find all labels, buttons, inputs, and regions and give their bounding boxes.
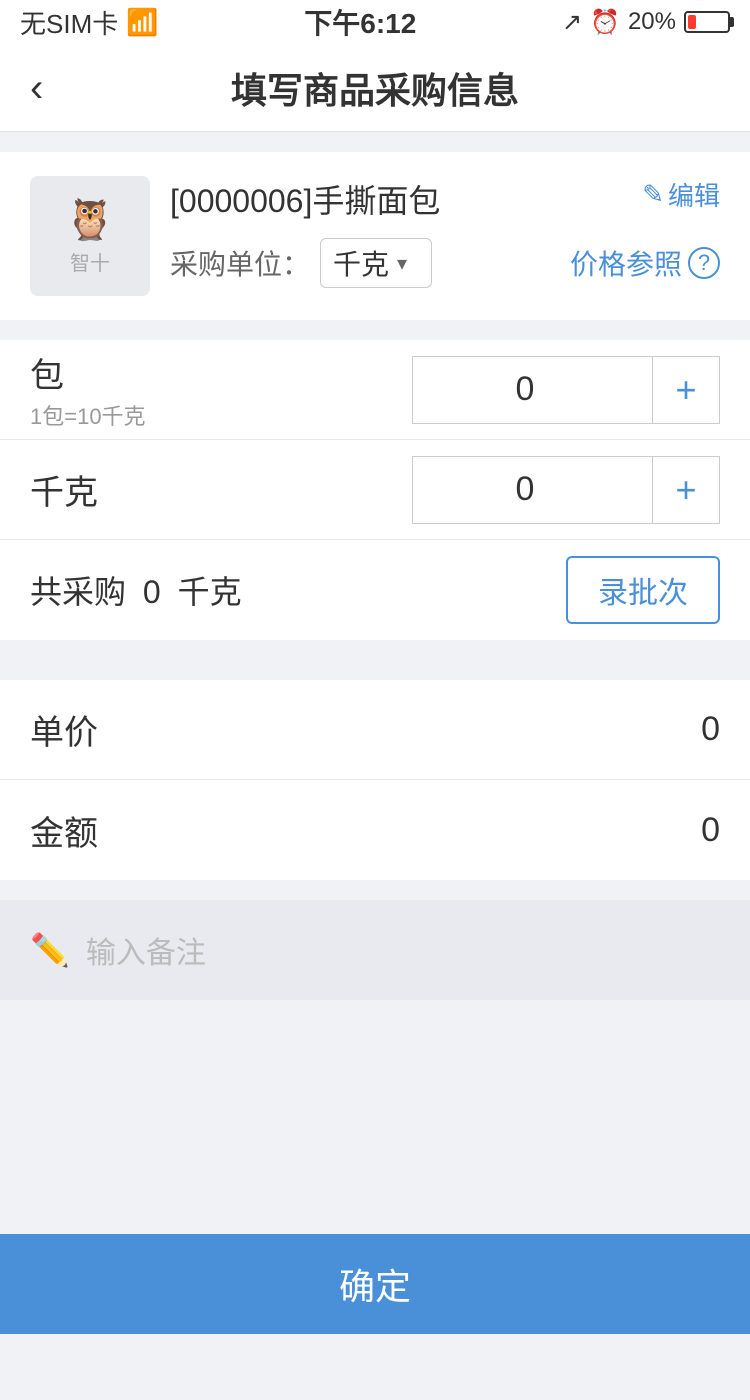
product-info: [0000006]手撕面包 ✎ 编辑 采购单位： 千克 ▾ 价格参照 ? [170, 176, 720, 288]
divider-1 [0, 320, 750, 340]
price-section: 单价 0 金额 0 [0, 680, 750, 880]
amount-row: 金额 0 [0, 780, 750, 880]
unit-label: 采购单位： [170, 243, 310, 283]
bag-label: 包 [30, 348, 150, 397]
kg-input-row: 千克 + [0, 440, 750, 540]
location-icon: ↗ [562, 8, 582, 37]
kg-input-right: + [412, 456, 720, 524]
batch-button[interactable]: 录批次 [566, 556, 720, 624]
product-thumbnail: 🦉 智十 [30, 176, 150, 296]
wifi-icon: 📶 [126, 7, 158, 38]
battery-icon [684, 11, 730, 33]
kg-label-group: 千克 [30, 465, 150, 514]
edit-button[interactable]: ✎ 编辑 [642, 176, 720, 213]
status-bar: 无SIM卡 📶 下午6:12 ↗ ⏰ 20% [0, 0, 750, 44]
nav-bar: ‹ 填写商品采购信息 [0, 44, 750, 132]
kg-input[interactable] [412, 456, 652, 524]
product-unit-row: 采购单位： 千克 ▾ 价格参照 ? [170, 238, 720, 288]
notes-section[interactable]: ✏️ 输入备注 [0, 900, 750, 1000]
bag-input[interactable] [412, 356, 652, 424]
summary-amount: 0 [143, 574, 161, 610]
bag-input-right: + [412, 356, 720, 424]
page-title: 填写商品采购信息 [231, 62, 519, 114]
confirm-label: 确定 [339, 1258, 411, 1310]
back-button[interactable]: ‹ [30, 68, 43, 108]
status-right: ↗ ⏰ 20% [562, 8, 730, 37]
input-section: 包 1包=10千克 + 千克 + [0, 340, 750, 540]
summary-row: 共采购 0 千克 录批次 [0, 540, 750, 640]
product-name: [0000006]手撕面包 [170, 176, 440, 222]
unit-dropdown-arrow: ▾ [397, 251, 407, 276]
confirm-bar[interactable]: 确定 [0, 1234, 750, 1334]
product-thumb-icon: 🦉 [65, 196, 115, 243]
alarm-icon: ⏰ [590, 8, 620, 37]
amount-label: 金额 [30, 806, 98, 855]
price-ref-button[interactable]: 价格参照 ? [570, 243, 720, 283]
kg-label: 千克 [30, 465, 150, 514]
time-label: 下午6:12 [304, 2, 416, 42]
status-left: 无SIM卡 📶 [20, 4, 159, 41]
unit-value: 千克 [333, 243, 389, 283]
unit-select[interactable]: 千克 ▾ [320, 238, 432, 288]
product-thumb-label: 智十 [70, 247, 110, 276]
battery-percent: 20% [628, 8, 676, 36]
unit-price-value: 0 [701, 710, 720, 749]
unit-price-row: 单价 0 [0, 680, 750, 780]
unit-price-label: 单价 [30, 705, 98, 754]
price-ref-help-icon: ? [688, 247, 720, 279]
product-card: 🦉 智十 [0000006]手撕面包 ✎ 编辑 采购单位： 千克 ▾ [0, 152, 750, 320]
summary-text: 共采购 0 千克 [30, 567, 242, 613]
bag-plus-button[interactable]: + [652, 356, 720, 424]
bag-label-group: 包 1包=10千克 [30, 348, 150, 431]
carrier-label: 无SIM卡 [20, 4, 118, 41]
notes-pencil-icon: ✏️ [30, 931, 70, 969]
divider-2 [0, 640, 750, 660]
notes-placeholder: 输入备注 [86, 928, 206, 972]
edit-icon: ✎ [642, 179, 664, 210]
bag-input-row: 包 1包=10千克 + [0, 340, 750, 440]
product-header: [0000006]手撕面包 ✎ 编辑 [170, 176, 720, 222]
amount-value: 0 [701, 811, 720, 850]
kg-plus-button[interactable]: + [652, 456, 720, 524]
bag-sub-label: 1包=10千克 [30, 399, 150, 431]
battery-fill [688, 15, 696, 29]
